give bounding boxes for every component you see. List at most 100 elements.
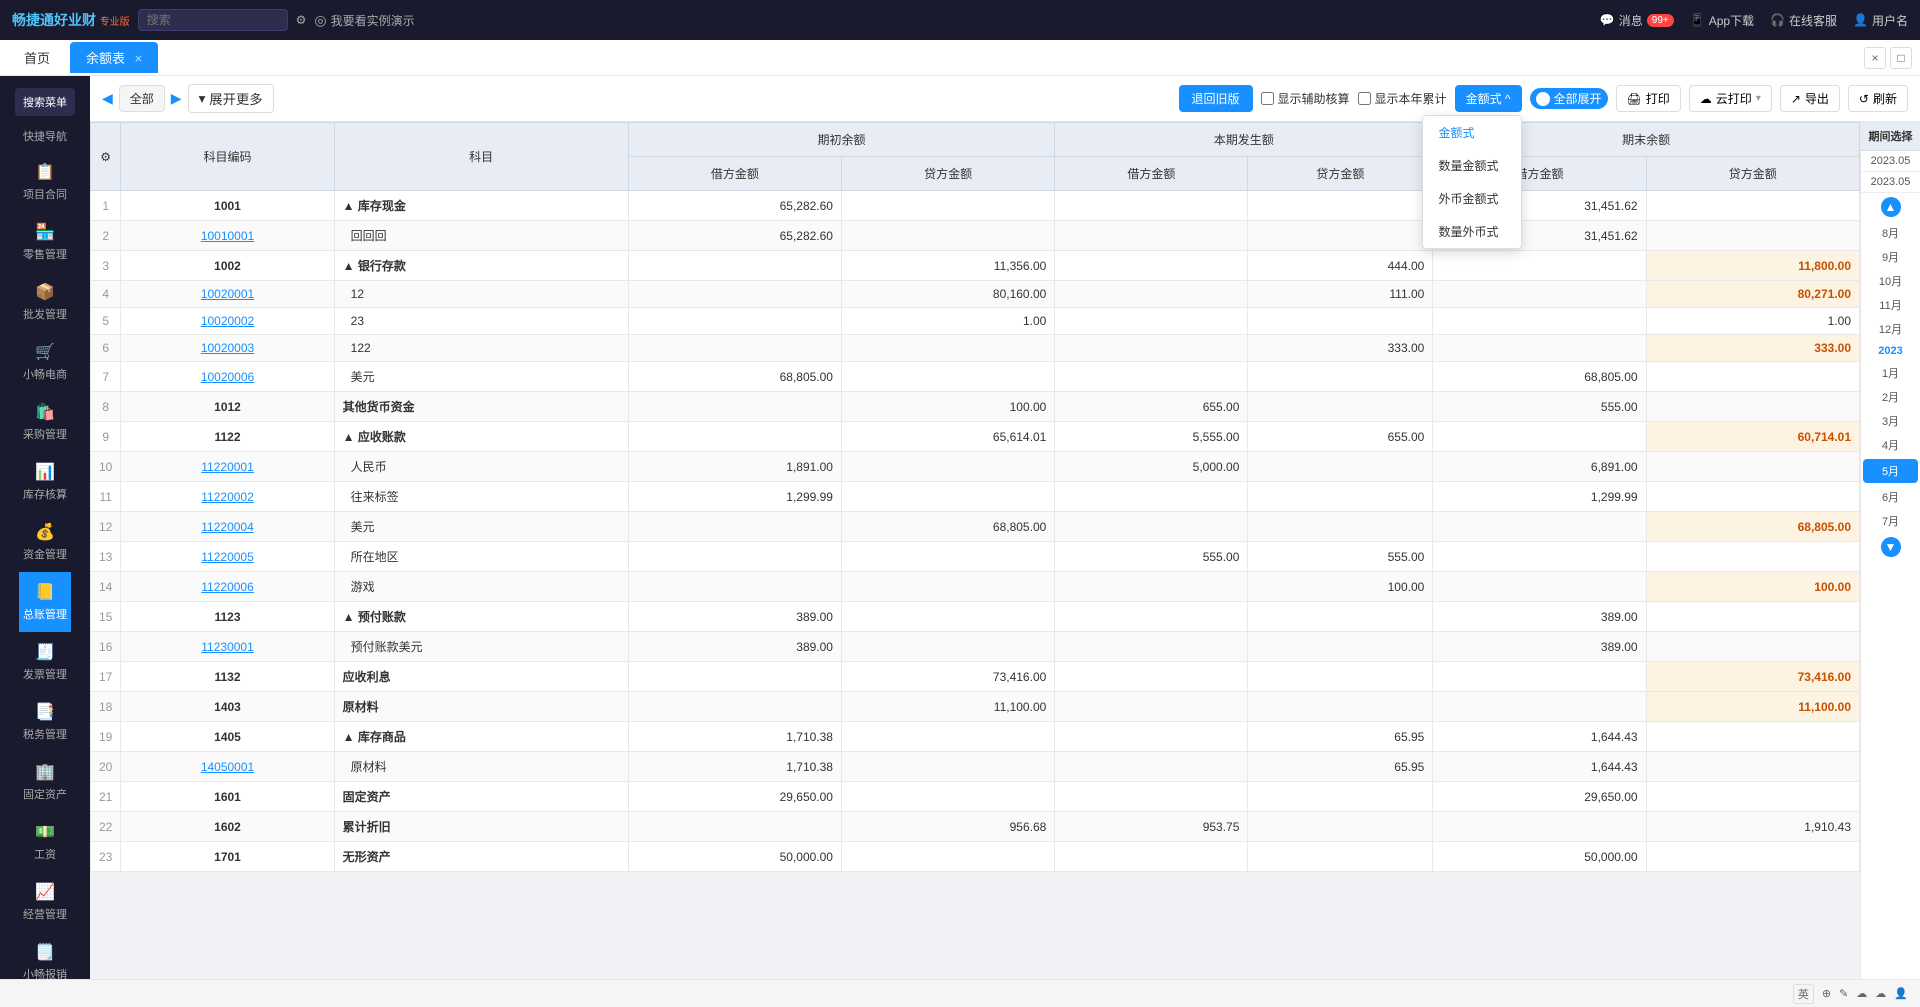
sidebar-item-tax[interactable]: 📑税务管理 — [19, 692, 71, 752]
row-code[interactable]: 10010001 — [121, 221, 334, 251]
row-code[interactable]: 1001 — [121, 191, 334, 221]
lang-toggle[interactable]: 英 — [1793, 984, 1814, 1004]
row-name[interactable]: ▲ 银行存款 — [334, 251, 628, 281]
row-code[interactable]: 11230001 — [121, 632, 334, 662]
nav-left-arrow[interactable]: ◀ — [102, 90, 113, 107]
breadcrumb[interactable]: 全部 — [119, 85, 165, 112]
search-input[interactable] — [138, 9, 288, 31]
row-code[interactable]: 1701 — [121, 842, 334, 872]
format-dropdown-button[interactable]: 金额式 ^ — [1455, 85, 1522, 112]
expand-more-button[interactable]: ▾ 展开更多 — [188, 84, 274, 113]
table-row[interactable]: 1 1001 ▲ 库存现金 65,282.60 31,451.62 — [91, 191, 1860, 221]
dropdown-item-amount[interactable]: 金额式 — [1423, 116, 1521, 149]
row-code[interactable]: 10020001 — [121, 281, 334, 308]
row-name[interactable]: 美元 — [334, 362, 628, 392]
cloud-print-button[interactable]: ☁ 云打印 ▾ — [1689, 85, 1772, 112]
row-code[interactable]: 1132 — [121, 662, 334, 692]
sidebar-item-assets[interactable]: 🏢固定资产 — [19, 752, 71, 812]
sidebar-item-purchase[interactable]: 🛍️采购管理 — [19, 392, 71, 452]
period-jan[interactable]: 1月 — [1861, 361, 1920, 385]
export-button[interactable]: ↗ 导出 — [1780, 85, 1840, 112]
row-name[interactable]: 美元 — [334, 512, 628, 542]
table-row[interactable]: 23 1701 无形资产 50,000.00 50,000.00 — [91, 842, 1860, 872]
row-code[interactable]: 10020003 — [121, 335, 334, 362]
row-name[interactable]: 往来标签 — [334, 482, 628, 512]
row-name[interactable]: 游戏 — [334, 572, 628, 602]
settings-col-header[interactable]: ⚙ — [91, 123, 121, 191]
tab-home[interactable]: 首页 — [8, 42, 66, 73]
row-name[interactable]: 12 — [334, 281, 628, 308]
row-code[interactable]: 1123 — [121, 602, 334, 632]
period-apr[interactable]: 4月 — [1861, 433, 1920, 457]
sidebar-search[interactable]: 搜索菜单 — [15, 88, 75, 116]
row-code[interactable]: 11220006 — [121, 572, 334, 602]
period-nov[interactable]: 11月 — [1861, 293, 1920, 317]
table-row[interactable]: 17 1132 应收利息 73,416.00 73,416.00 — [91, 662, 1860, 692]
row-code[interactable]: 10020006 — [121, 362, 334, 392]
user-avatar[interactable]: 👤 用户名 — [1853, 12, 1908, 29]
row-name[interactable]: 回回回 — [334, 221, 628, 251]
demo-link[interactable]: ◎ 我要看实例演示 — [314, 12, 414, 29]
table-row[interactable]: 18 1403 原材料 11,100.00 11,100.00 — [91, 692, 1860, 722]
sidebar-item-salary[interactable]: 💵工资 — [19, 812, 71, 872]
row-name[interactable]: 原材料 — [334, 752, 628, 782]
sidebar-item-wholesale[interactable]: 📦批发管理 — [19, 272, 71, 332]
sidebar-item-retail[interactable]: 🏪零售管理 — [19, 212, 71, 272]
row-name[interactable]: 固定资产 — [334, 782, 628, 812]
dropdown-item-qty_amount[interactable]: 数量金额式 — [1423, 149, 1521, 182]
row-name[interactable]: 无形资产 — [334, 842, 628, 872]
period-jul[interactable]: 7月 — [1861, 509, 1920, 533]
row-code[interactable]: 11220002 — [121, 482, 334, 512]
table-row[interactable]: 9 1122 ▲ 应收账款 65,614.01 5,555.00 655.00 … — [91, 422, 1860, 452]
sidebar-item-ledger[interactable]: 📒总账管理 — [19, 572, 71, 632]
cloud-sync-icon[interactable]: ☁ — [1856, 987, 1867, 1000]
period-feb[interactable]: 2月 — [1861, 385, 1920, 409]
table-row[interactable]: 14 11220006 游戏 100.00 100.00 — [91, 572, 1860, 602]
row-code[interactable]: 1403 — [121, 692, 334, 722]
row-name[interactable]: ▲ 预付账款 — [334, 602, 628, 632]
show-ytd-checkbox[interactable]: 显示本年累计 — [1358, 90, 1447, 107]
table-row[interactable]: 12 11220004 美元 68,805.00 68,805.00 — [91, 512, 1860, 542]
row-name[interactable]: ▲ 应收账款 — [334, 422, 628, 452]
row-name[interactable]: 所在地区 — [334, 542, 628, 572]
sidebar-item-invoice[interactable]: 🧾发票管理 — [19, 632, 71, 692]
row-code[interactable]: 1122 — [121, 422, 334, 452]
dropdown-item-qty_foreign[interactable]: 数量外币式 — [1423, 215, 1521, 248]
sidebar-item-project[interactable]: 📋项目合同 — [19, 152, 71, 212]
dropdown-item-foreign[interactable]: 外币金额式 — [1423, 182, 1521, 215]
sidebar-item-inventory[interactable]: 📊库存核算 — [19, 452, 71, 512]
row-name[interactable]: 预付账款美元 — [334, 632, 628, 662]
row-code[interactable]: 1601 — [121, 782, 334, 812]
service-button[interactable]: 🎧 在线客服 — [1770, 12, 1837, 29]
nav-right-arrow[interactable]: ▶ — [171, 90, 182, 107]
row-code[interactable]: 1002 — [121, 251, 334, 281]
period-jun[interactable]: 6月 — [1861, 485, 1920, 509]
print-button[interactable]: 🖨 打印 — [1616, 85, 1681, 112]
period-mar[interactable]: 3月 — [1861, 409, 1920, 433]
row-name[interactable]: 其他货币资金 — [334, 392, 628, 422]
sidebar-item-finance[interactable]: 💰资金管理 — [19, 512, 71, 572]
table-row[interactable]: 15 1123 ▲ 预付账款 389.00 389.00 — [91, 602, 1860, 632]
table-row[interactable]: 20 14050001 原材料 1,710.38 65.95 1,644.43 — [91, 752, 1860, 782]
download-button[interactable]: 📱 App下载 — [1690, 12, 1754, 29]
period-dec[interactable]: 12月 — [1861, 317, 1920, 341]
refresh-button[interactable]: ↺ 刷新 — [1848, 85, 1908, 112]
row-name[interactable]: 累计折旧 — [334, 812, 628, 842]
period-may-active[interactable]: 5月 — [1863, 459, 1918, 483]
period-oct[interactable]: 10月 — [1861, 269, 1920, 293]
table-row[interactable]: 16 11230001 预付账款美元 389.00 389.00 — [91, 632, 1860, 662]
row-name[interactable]: ▲ 库存商品 — [334, 722, 628, 752]
tab-balance[interactable]: 余额表 × — [70, 42, 158, 73]
window-close-button[interactable]: × — [1864, 47, 1886, 69]
cloud-icon2[interactable]: ☁ — [1875, 987, 1886, 1000]
show-auxiliary-checkbox[interactable]: 显示辅助核算 — [1261, 90, 1350, 107]
sidebar-nav-label[interactable]: 快捷导航 — [19, 120, 71, 152]
row-name[interactable]: 人民币 — [334, 452, 628, 482]
table-row[interactable]: 8 1012 其他货币资金 100.00 655.00 555.00 — [91, 392, 1860, 422]
table-row[interactable]: 7 10020006 美元 68,805.00 68,805.00 — [91, 362, 1860, 392]
row-name[interactable]: 122 — [334, 335, 628, 362]
table-row[interactable]: 5 10020002 23 1.00 1.00 — [91, 308, 1860, 335]
add-icon[interactable]: ⊕ — [1822, 987, 1831, 1000]
table-row[interactable]: 22 1602 累计折旧 956.68 953.75 1,910.43 — [91, 812, 1860, 842]
period-year-start[interactable]: 2023.05 — [1861, 151, 1920, 172]
